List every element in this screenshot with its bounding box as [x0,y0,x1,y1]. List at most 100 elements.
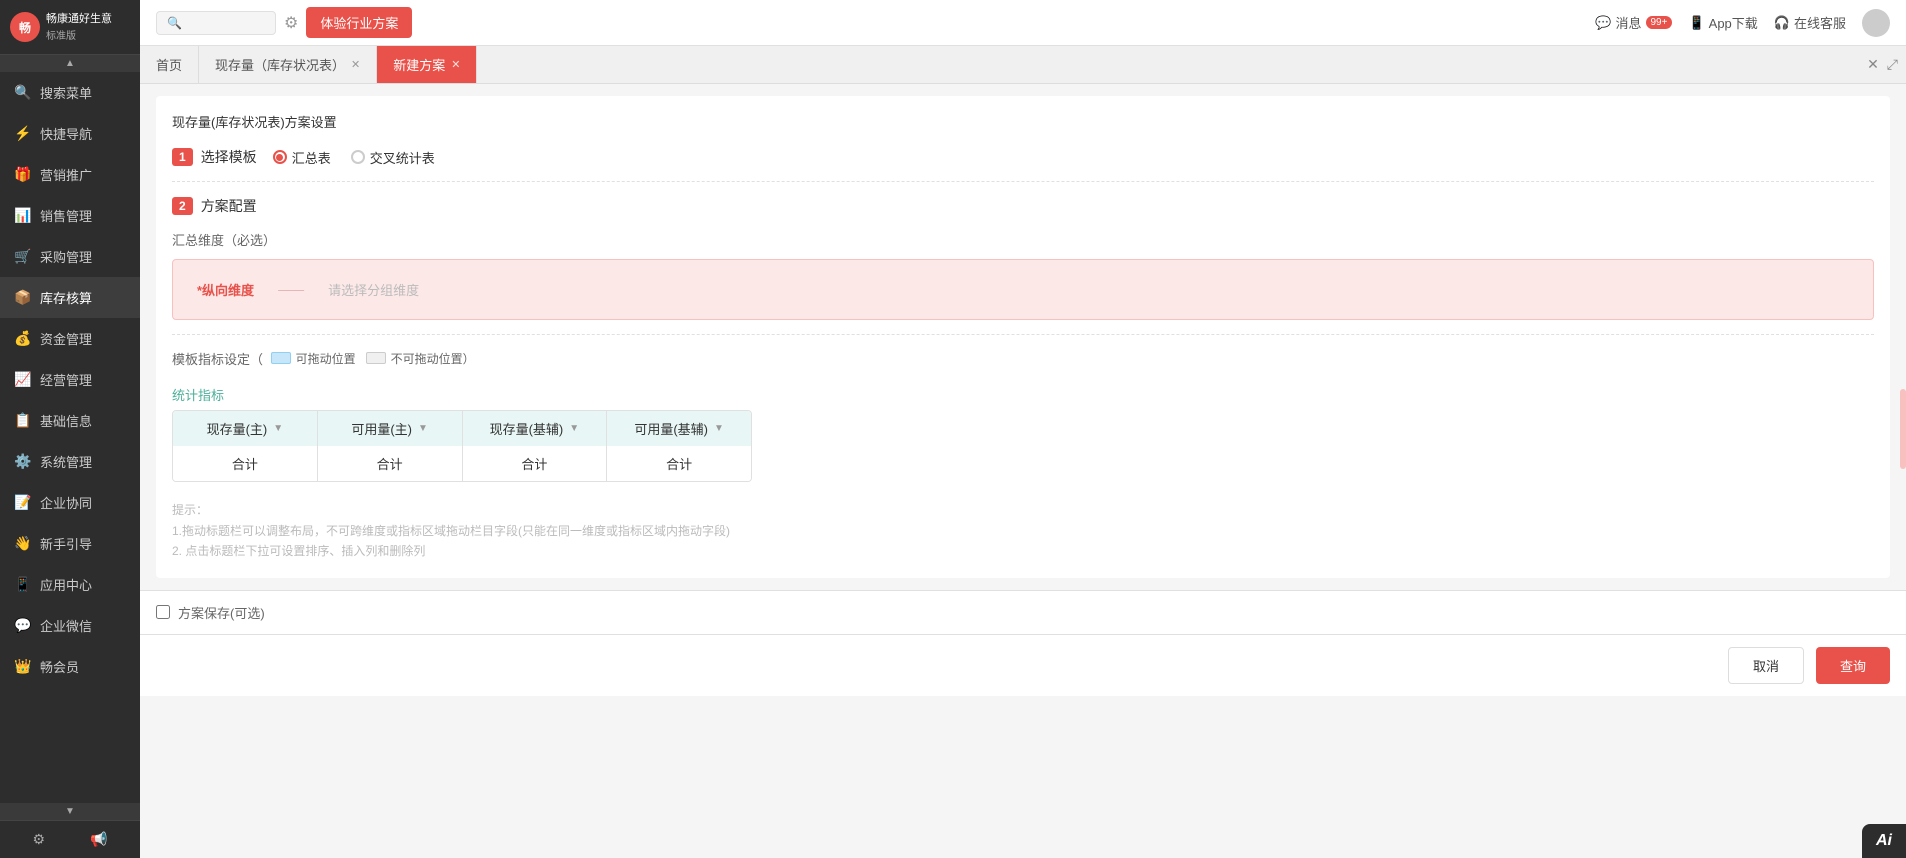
stats-table: 现存量(主) ▼ 可用量(主) ▼ 现存量(基辅) ▼ 可用量(基辅) ▼ [172,410,752,482]
app-download-label: App下载 [1709,13,1758,32]
col-dropdown-3[interactable]: ▼ [714,423,724,434]
message-item[interactable]: 💬 消息 99+ [1595,13,1672,32]
ai-label[interactable]: Ai [1862,824,1906,858]
tab-inventory-close-icon[interactable]: ✕ [351,58,360,71]
sidebar: 畅 畅康通好生意 标准版 ▲ 🔍 搜索菜单 ⚡ 快捷导航 🎁 营销推广 📊 销售… [0,0,140,858]
tips-section: 提示： 1.拖动标题栏可以调整布局，不可跨维度或指标区域拖动栏目字段(只能在同一… [172,501,1874,559]
sidebar-item-label: 营销推广 [40,165,92,184]
radio-summary[interactable]: 汇总表 [273,148,331,167]
save-checkbox[interactable] [156,605,170,619]
sidebar-item-system[interactable]: ⚙️ 系统管理 [0,441,140,482]
tab-inventory-status[interactable]: 现存量（库存状况表） ✕ [199,46,377,83]
cancel-button[interactable]: 取消 [1728,647,1804,684]
avatar[interactable] [1862,9,1890,37]
speaker-icon[interactable]: 📢 [90,831,107,848]
col-header-1[interactable]: 可用量(主) ▼ [318,411,463,446]
radio-cross-circle [351,150,365,164]
radio-summary-label: 汇总表 [292,148,331,167]
tabbar-actions: ✕ ⤢ [1867,56,1906,73]
stats-section-title: 统计指标 [172,385,1874,404]
topbar: 🔍 ⚙ 体验行业方案 💬 消息 99+ 📱 App下载 🎧 在线客服 [140,0,1906,46]
sidebar-item-finance[interactable]: 💰 资金管理 [0,318,140,359]
sidebar-item-label: 销售管理 [40,206,92,225]
online-service-item[interactable]: 🎧 在线客服 [1774,13,1846,32]
col-label-2: 现存量(基辅) [490,419,564,438]
col-dropdown-2[interactable]: ▼ [569,423,579,434]
vertical-dim-required: *纵向维度 [197,280,254,299]
marketing-icon: 🎁 [14,166,32,183]
online-service-label: 在线客服 [1794,13,1846,32]
col-header-3[interactable]: 可用量(基辅) ▼ [607,411,751,446]
summary-dimension-label: 汇总维度（必选） [172,230,1874,249]
sidebar-item-operations[interactable]: 📈 经营管理 [0,359,140,400]
topbar-gear-icon[interactable]: ⚙ [284,13,298,33]
sidebar-item-contract[interactable]: 📝 企业协同 [0,482,140,523]
sidebar-item-newbie[interactable]: 👋 新手引导 [0,523,140,564]
experience-btn[interactable]: 体验行业方案 [306,7,412,38]
step1-num: 1 [172,148,193,166]
sidebar-item-wechat[interactable]: 💬 企业微信 [0,605,140,646]
query-button[interactable]: 查询 [1816,647,1890,684]
col-dropdown-0[interactable]: ▼ [273,423,283,434]
app-logo-icon: 畅 [10,12,40,42]
finance-icon: 💰 [14,330,32,347]
fixed-legend-box [366,352,386,364]
tips-item-0: 1.拖动标题栏可以调整布局，不可跨维度或指标区域拖动栏目字段(只能在同一维度或指… [172,522,1874,539]
member-icon: 👑 [14,658,32,675]
message-badge: 99+ [1646,16,1673,29]
tab-close-all-btn[interactable]: ✕ [1867,56,1879,73]
search-topbar-icon: 🔍 [167,16,182,30]
sidebar-item-label: 资金管理 [40,329,92,348]
col-header-2[interactable]: 现存量(基辅) ▼ [463,411,608,446]
sidebar-item-purchase[interactable]: 🛒 采购管理 [0,236,140,277]
basic-info-icon: 📋 [14,412,32,429]
col-dropdown-1[interactable]: ▼ [418,423,428,434]
sidebar-logo: 畅 畅康通好生意 标准版 [0,0,140,55]
step2-num: 2 [172,197,193,215]
col-body-2: 合计 [463,446,608,481]
topbar-right: 💬 消息 99+ 📱 App下载 🎧 在线客服 [1595,9,1890,37]
sidebar-item-label: 基础信息 [40,411,92,430]
sidebar-nav: 🔍 搜索菜单 ⚡ 快捷导航 🎁 营销推广 📊 销售管理 🛒 采购管理 📦 库存核… [0,72,140,803]
system-icon: ⚙️ [14,453,32,470]
wechat-icon: 💬 [14,617,32,634]
radio-summary-circle [273,150,287,164]
sidebar-item-inventory[interactable]: 📦 库存核算 [0,277,140,318]
newbie-icon: 👋 [14,535,32,552]
vertical-dim-separator: —— [278,282,304,297]
col-header-0[interactable]: 现存量(主) ▼ [173,411,318,446]
sidebar-item-member[interactable]: 👑 畅会员 [0,646,140,687]
sidebar-scroll-up[interactable]: ▲ [0,55,140,72]
content-area: 现存量(库存状况表)方案设置 1 选择模板 汇总表 交叉统计表 [140,84,1906,858]
sidebar-item-quick-nav[interactable]: ⚡ 快捷导航 [0,113,140,154]
sidebar-item-search[interactable]: 🔍 搜索菜单 [0,72,140,113]
right-scrollbar[interactable] [1900,389,1906,469]
sidebar-item-basic-info[interactable]: 📋 基础信息 [0,400,140,441]
tab-home[interactable]: 首页 [140,46,199,83]
app-download-icon: 📱 [1688,15,1704,31]
tab-new-scheme-close-icon[interactable]: ✕ [451,58,460,71]
divider-1 [172,181,1874,182]
tab-expand-btn[interactable]: ⤢ [1887,56,1898,73]
col-label-3: 可用量(基辅) [634,419,708,438]
sidebar-item-label: 企业协同 [40,493,92,512]
app-edition: 标准版 [46,27,112,42]
topbar-search[interactable]: 🔍 [156,11,276,35]
settings-panel: 现存量(库存状况表)方案设置 1 选择模板 汇总表 交叉统计表 [156,96,1890,578]
main-area: 🔍 ⚙ 体验行业方案 💬 消息 99+ 📱 App下载 🎧 在线客服 [140,0,1906,858]
contract-icon: 📝 [14,494,32,511]
radio-cross[interactable]: 交叉统计表 [351,148,435,167]
sidebar-scroll-down[interactable]: ▼ [0,803,140,820]
step1-header: 1 选择模板 汇总表 交叉统计表 [172,147,1874,167]
sidebar-item-marketing[interactable]: 🎁 营销推广 [0,154,140,195]
inventory-icon: 📦 [14,289,32,306]
settings-bottom-icon[interactable]: ⚙ [33,831,46,848]
step1-title: 选择模板 [201,147,257,167]
sidebar-item-app-center[interactable]: 📱 应用中心 [0,564,140,605]
sidebar-bottom: ⚙ 📢 [0,820,140,858]
tab-new-scheme[interactable]: 新建方案 ✕ [377,46,477,83]
vertical-dimension-area[interactable]: *纵向维度 —— 请选择分组维度 [172,259,1874,320]
sidebar-item-sales[interactable]: 📊 销售管理 [0,195,140,236]
app-download-item[interactable]: 📱 App下载 [1688,13,1757,32]
vertical-dim-placeholder: 请选择分组维度 [328,280,419,299]
